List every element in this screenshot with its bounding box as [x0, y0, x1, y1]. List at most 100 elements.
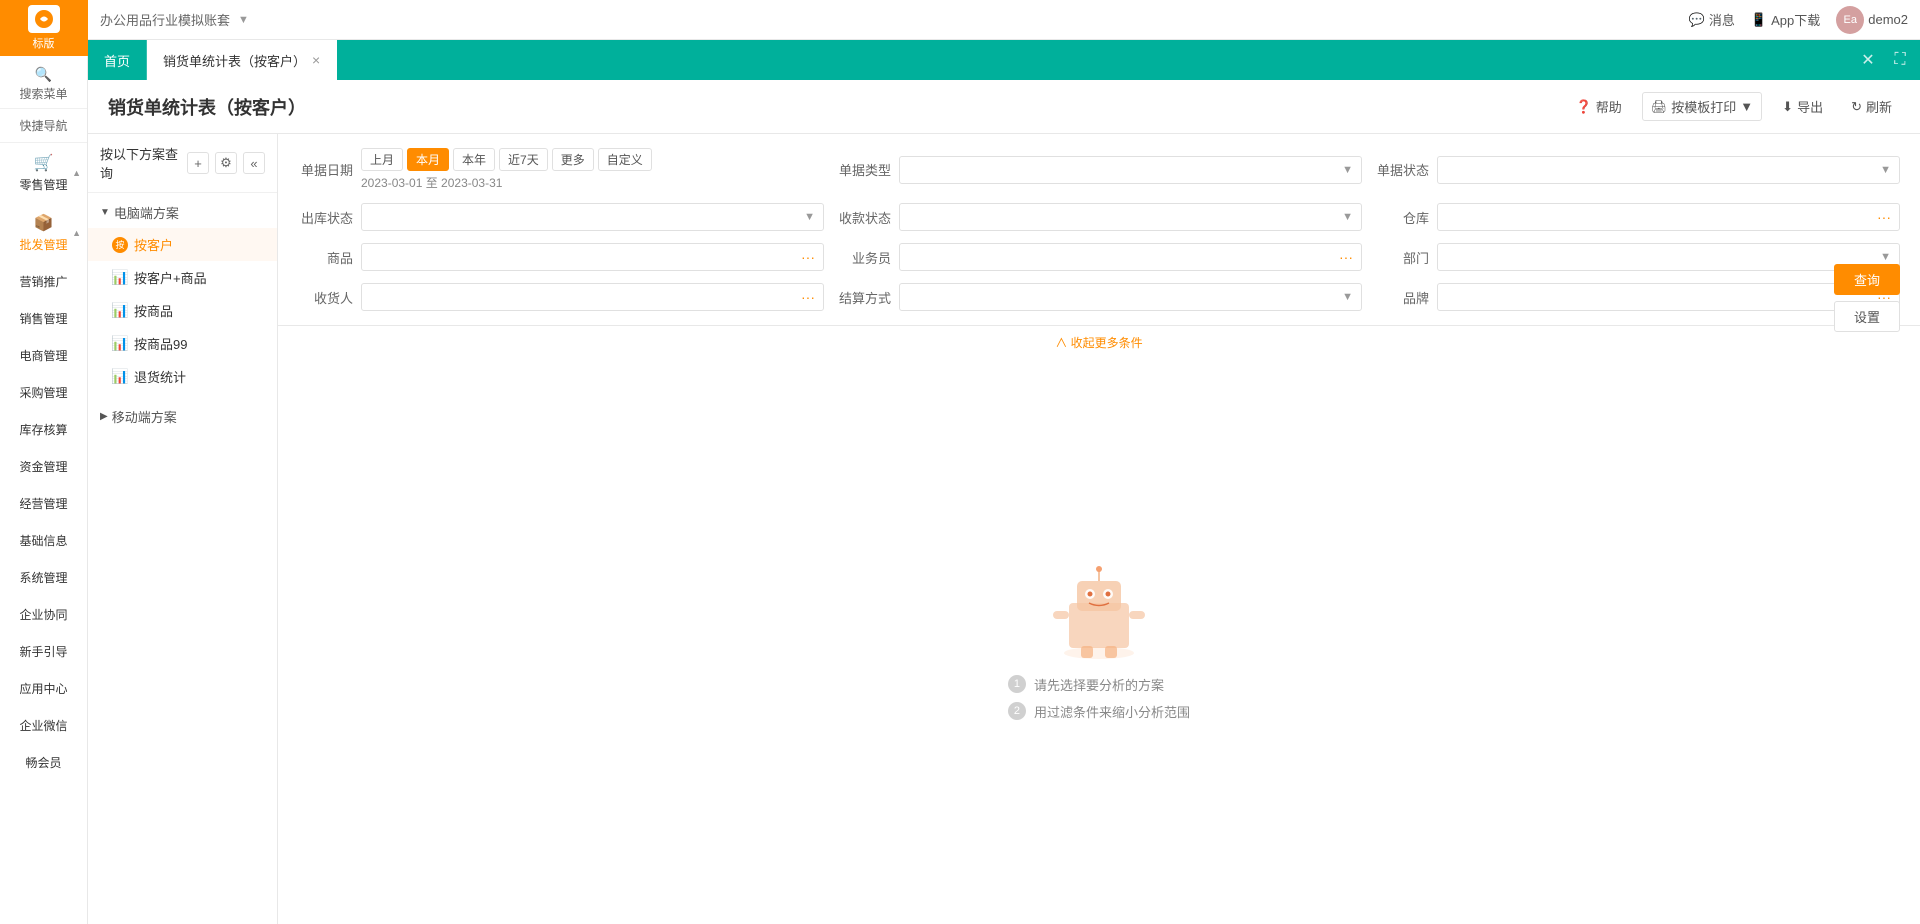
tab-sales-stats[interactable]: 销货单统计表（按客户） × [147, 40, 337, 80]
scheme-group-mobile: ▶ 移动端方案 [88, 397, 277, 436]
date-btn-more[interactable]: 更多 [552, 148, 594, 171]
date-btn-last-month[interactable]: 上月 [361, 148, 403, 171]
export-icon: ⬇ [1782, 99, 1793, 115]
settings-button[interactable]: 设置 [1834, 301, 1900, 332]
sidebar-nav-item-base[interactable]: 基础信息 [0, 522, 87, 559]
print-button[interactable]: 🖨 按模板打印 ▼ [1642, 92, 1762, 121]
sidebar-nav-item-enterprise[interactable]: 企业协同 [0, 596, 87, 633]
out-status-select[interactable]: ▼ [361, 203, 824, 231]
retail-icon: 🛒 [34, 153, 54, 173]
tab-home[interactable]: 首页 [88, 40, 147, 80]
header-actions: 💬 消息 📱 App下载 Ea demo2 [1689, 6, 1908, 34]
date-btn-this-month[interactable]: 本月 [407, 148, 449, 171]
warehouse-filter: 仓库 ··· [1374, 203, 1900, 231]
user-menu[interactable]: Ea demo2 [1836, 6, 1908, 34]
goods-more-icon[interactable]: ··· [801, 249, 815, 265]
return-stats-icon: 📊 [112, 369, 128, 385]
sidebar-nav-item-sales[interactable]: 销售管理 [0, 300, 87, 337]
warehouse-select[interactable]: ··· [1437, 203, 1900, 231]
help-icon: ❓ [1576, 99, 1592, 115]
date-btn-this-year[interactable]: 本年 [453, 148, 495, 171]
scheme-item-by-customer[interactable]: 按 按客户 [88, 228, 277, 261]
receiver-more-icon[interactable]: ··· [801, 289, 815, 305]
customer-scheme-icon: 按 [112, 237, 128, 253]
sidebar-nav-item-finance[interactable]: 资金管理 [0, 448, 87, 485]
warehouse-label: 仓库 [1374, 208, 1429, 227]
receiver-select[interactable]: ··· [361, 283, 824, 311]
filter-row-3: 商品 ··· 业务员 ··· [298, 243, 1900, 271]
sidebar-nav-item-wholesale[interactable]: 📦 批发管理 ▲ [0, 203, 87, 263]
brand-label: 品牌 [1374, 288, 1429, 307]
sidebar-nav-item-wechat[interactable]: 企业微信 [0, 707, 87, 744]
doc-status-select[interactable]: ▼ [1437, 156, 1900, 184]
sidebar-nav-item-apps[interactable]: 应用中心 [0, 670, 87, 707]
doc-status-arrow-icon: ▼ [1880, 164, 1891, 176]
settle-method-label: 结算方式 [836, 288, 891, 307]
goods-select[interactable]: ··· [361, 243, 824, 271]
scheme-panel-header: 按以下方案查询 + ⚙ « [88, 134, 277, 193]
mobile-group-expand-icon: ▶ [100, 411, 108, 422]
doc-type-select[interactable]: ▼ [899, 156, 1362, 184]
salesman-filter: 业务员 ··· [836, 243, 1362, 271]
goods-filter: 商品 ··· [298, 243, 824, 271]
filter-row-2: 出库状态 ▼ 收款状态 ▼ [298, 203, 1900, 231]
dept-select[interactable]: ▼ [1437, 243, 1900, 271]
refresh-button[interactable]: ↻ 刷新 [1843, 93, 1900, 120]
salesman-select[interactable]: ··· [899, 243, 1362, 271]
sidebar-logo: 标版 [0, 0, 88, 56]
doc-status-filter: 单据状态 ▼ [1374, 156, 1900, 184]
main-panel: 单据日期 上月 本月 本年 近7天 更多 自定义 20 [278, 134, 1920, 924]
collect-status-label: 收款状态 [836, 208, 891, 227]
salesman-more-icon[interactable]: ··· [1339, 249, 1353, 265]
brand-select[interactable]: ··· [1437, 283, 1900, 311]
scheme-item-by-goods[interactable]: 📊 按商品 [88, 294, 277, 327]
sidebar-nav-item-system[interactable]: 系统管理 [0, 559, 87, 596]
message-button[interactable]: 💬 消息 [1689, 10, 1735, 29]
maximize-window-button[interactable]: ⛶ [1888, 48, 1912, 72]
scheme-item-by-customer-goods[interactable]: 📊 按客户+商品 [88, 261, 277, 294]
scheme-item-by-goods99[interactable]: 📊 按商品99 [88, 327, 277, 360]
sidebar-nav-item-marketing[interactable]: 营销推广 [0, 263, 87, 300]
logo-text: 标版 [33, 35, 55, 51]
scheme-title: 按以下方案查询 [100, 144, 187, 182]
date-btn-7days[interactable]: 近7天 [499, 148, 548, 171]
app-download-button[interactable]: 📱 App下载 [1751, 10, 1820, 29]
scheme-group-desktop-header[interactable]: ▼ 电脑端方案 [88, 197, 277, 228]
sidebar-nav-item-ecommerce[interactable]: 电商管理 [0, 337, 87, 374]
date-btn-custom[interactable]: 自定义 [598, 148, 652, 171]
scheme-item-return-stats[interactable]: 📊 退货统计 [88, 360, 277, 393]
settle-method-select[interactable]: ▼ [899, 283, 1362, 311]
collect-status-arrow-icon: ▼ [1342, 211, 1353, 223]
search-menu[interactable]: 🔍 搜索菜单 [0, 56, 87, 109]
collapse-filter-bar[interactable]: ∧ 收起更多条件 [278, 326, 1920, 359]
breadcrumb-dropdown-icon[interactable]: ▼ [238, 14, 249, 26]
empty-tip-2: 2 用过滤条件来缩小分析范围 [1008, 702, 1190, 721]
warehouse-more-icon[interactable]: ··· [1877, 209, 1891, 225]
sidebar-nav-item-purchase[interactable]: 采购管理 [0, 374, 87, 411]
help-button[interactable]: ❓ 帮助 [1568, 93, 1630, 120]
tabs-bar: 首页 销货单统计表（按客户） × ✕ ⛶ [88, 40, 1920, 80]
tab-close-icon[interactable]: × [312, 53, 320, 67]
dept-label: 部门 [1374, 248, 1429, 267]
add-scheme-button[interactable]: + [187, 152, 209, 174]
dept-filter: 部门 ▼ [1374, 243, 1900, 271]
sidebar-nav-item-retail[interactable]: 🛒 零售管理 ▲ [0, 143, 87, 203]
collapse-scheme-button[interactable]: « [243, 152, 265, 174]
sidebar-nav-item-guide[interactable]: 新手引导 [0, 633, 87, 670]
collect-status-select[interactable]: ▼ [899, 203, 1362, 231]
sidebar-nav-item-operations[interactable]: 经营管理 [0, 485, 87, 522]
shortcut-nav[interactable]: 快捷导航 [0, 109, 87, 143]
doc-type-arrow-icon: ▼ [1342, 164, 1353, 176]
group-expand-icon: ▼ [100, 207, 110, 218]
content-area: 按以下方案查询 + ⚙ « ▼ 电脑端方案 按 按客户 [88, 134, 1920, 924]
scheme-group-mobile-header[interactable]: ▶ 移动端方案 [88, 401, 277, 432]
export-button[interactable]: ⬇ 导出 [1774, 93, 1831, 120]
avatar: Ea [1836, 6, 1864, 34]
logo-icon [28, 5, 60, 33]
sidebar-nav-item-member[interactable]: 畅会员 [0, 744, 87, 781]
sidebar-nav-item-inventory[interactable]: 库存核算 [0, 411, 87, 448]
query-button[interactable]: 查询 [1834, 264, 1900, 295]
settings-scheme-button[interactable]: ⚙ [215, 152, 237, 174]
close-window-button[interactable]: ✕ [1856, 48, 1880, 72]
empty-tip-1: 1 请先选择要分析的方案 [1008, 675, 1190, 694]
